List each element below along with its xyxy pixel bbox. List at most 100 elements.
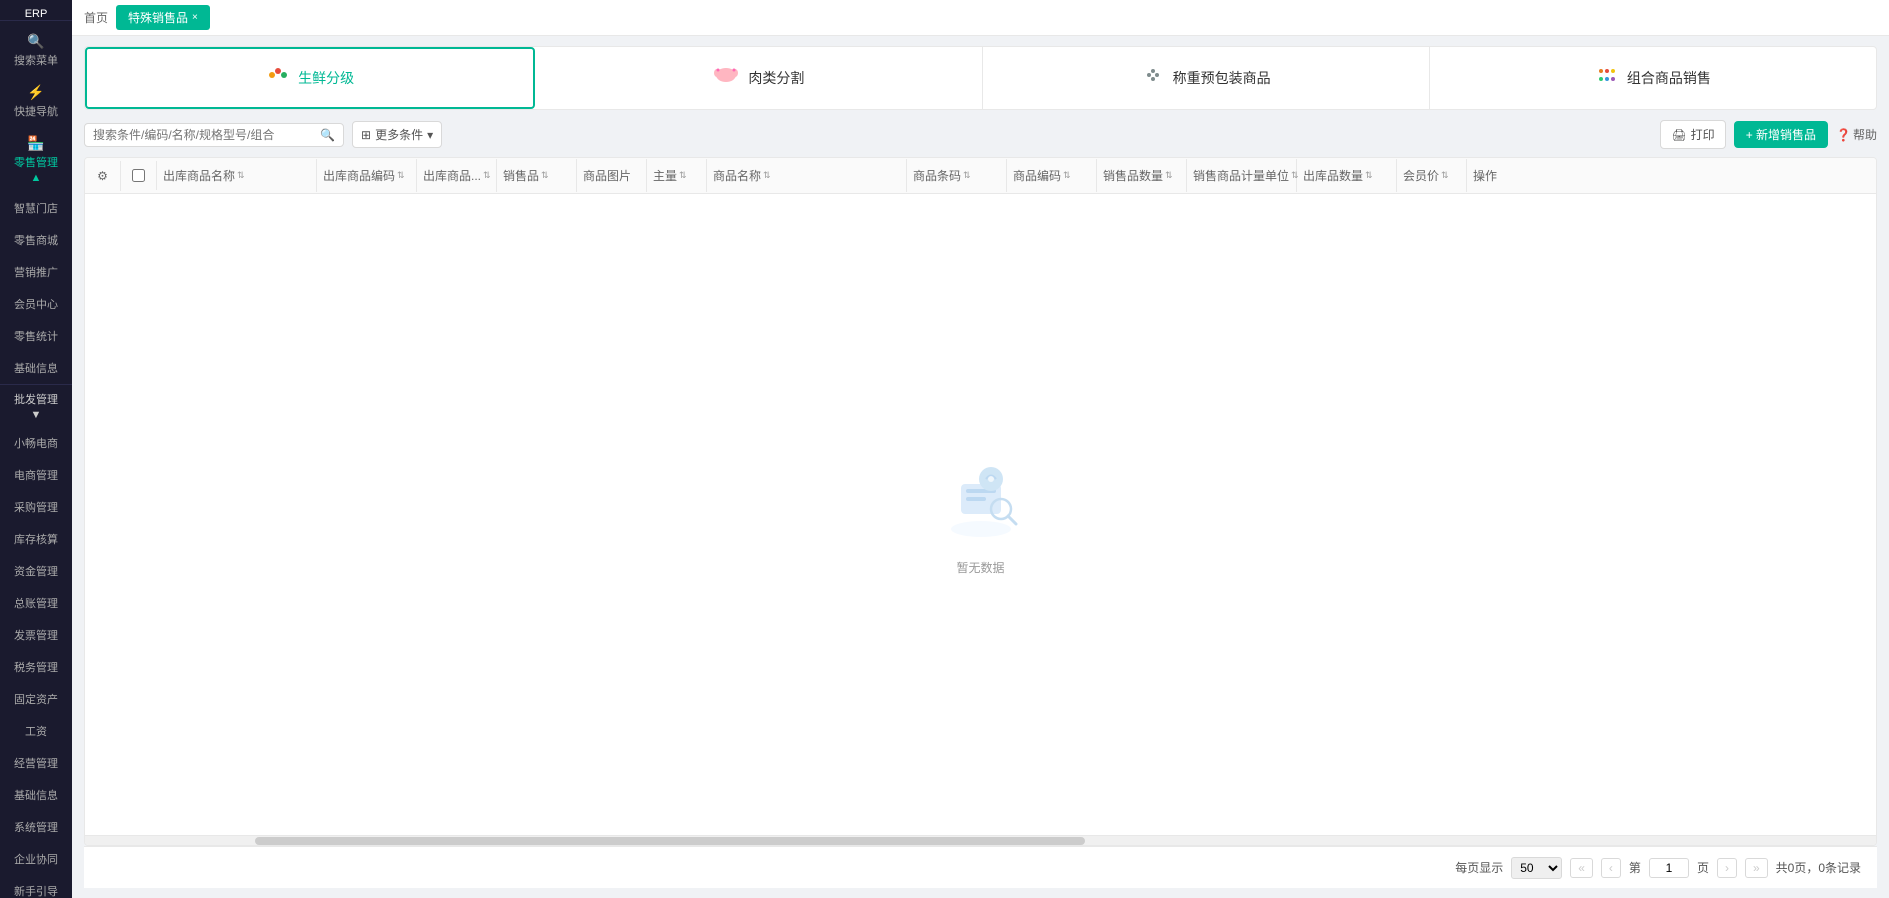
sidebar-item-ecom-mgmt[interactable]: 电商管理 (0, 459, 72, 491)
sidebar-item-search-menu[interactable]: 🔍 搜索菜单 (0, 25, 72, 76)
sidebar-item-smart-store[interactable]: 智慧门店 (0, 192, 72, 224)
th-salename[interactable]: 销售品 ⇅ (497, 159, 577, 192)
sidebar-item-basic-info2[interactable]: 基础信息 (0, 779, 72, 811)
first-page-button[interactable]: « (1570, 858, 1593, 878)
th-check[interactable] (121, 161, 157, 190)
search-input[interactable] (93, 128, 316, 142)
sidebar-item-label: 新手引导 (14, 883, 58, 898)
th-skucode[interactable]: 商品编码 ⇅ (1007, 159, 1097, 192)
th-name[interactable]: 商品名称 ⇅ (707, 159, 907, 192)
toolbar-left: 🔍 ⊞ 更多条件 ▾ (84, 121, 442, 148)
meat-cut-label: 肉类分割 (748, 68, 804, 88)
page-number-input[interactable] (1649, 858, 1689, 878)
sidebar-item-new-guide[interactable]: 新手引导 (0, 875, 72, 898)
pagination: 每页显示 10 20 50 100 « ‹ 第 页 › » 共0页，0条记录 (84, 846, 1877, 888)
cat-tab-weigh-pack[interactable]: 称重预包装商品 (983, 47, 1430, 109)
last-page-button[interactable]: » (1745, 858, 1768, 878)
total-label: 共0页，0条记录 (1776, 859, 1861, 876)
sidebar-item-ops-mgmt[interactable]: 经营管理 (0, 747, 72, 779)
new-sale-item-button[interactable]: + 新增销售品 (1734, 121, 1828, 148)
per-page-select[interactable]: 10 20 50 100 (1511, 857, 1562, 879)
combo-sale-label: 组合商品销售 (1627, 68, 1711, 88)
sort-icon: ⇅ (1441, 170, 1449, 181)
sort-icon: ⇅ (1063, 170, 1071, 181)
sidebar-item-quick-nav[interactable]: ⚡ 快捷导航 (0, 76, 72, 127)
arrow-icon: ▲ (31, 172, 42, 184)
retail-mgmt-icon: 🏪 (27, 135, 44, 152)
sidebar-item-label: 固定资产 (14, 691, 58, 707)
cat-tab-fresh-grade[interactable]: 生鲜分级 (85, 47, 535, 109)
th-saleqty[interactable]: 销售品数量 ⇅ (1097, 159, 1187, 192)
empty-state: 暂无数据 (85, 194, 1876, 835)
sidebar-item-label: 经营管理 (14, 755, 58, 771)
content-area: 生鲜分级 肉类分割 (72, 36, 1889, 898)
filter-button[interactable]: ⊞ 更多条件 ▾ (352, 121, 442, 148)
quick-nav-icon: ⚡ (27, 84, 44, 101)
help-button[interactable]: ❓ 帮助 (1836, 126, 1877, 143)
search-box[interactable]: 🔍 (84, 123, 344, 147)
sidebar-item-purchase-mgmt[interactable]: 采购管理 (0, 491, 72, 523)
sidebar-item-member-center[interactable]: 会员中心 (0, 288, 72, 320)
print-icon: 🖨 (1671, 128, 1686, 142)
th-outcode[interactable]: 出库商品编码 ⇅ (317, 159, 417, 192)
cat-tab-meat-cut[interactable]: 肉类分割 (535, 47, 982, 109)
empty-illustration (936, 454, 1026, 547)
sidebar-item-sys-mgmt[interactable]: 系统管理 (0, 811, 72, 843)
th-img: 商品图片 (577, 159, 647, 192)
th-barcode[interactable]: 商品条码 ⇅ (907, 159, 1007, 192)
th-settings[interactable]: ⚙ (85, 161, 121, 191)
sort-icon: ⇅ (763, 170, 771, 181)
fresh-grade-icon (266, 63, 290, 93)
prev-page-button[interactable]: ‹ (1601, 858, 1621, 878)
sidebar-item-label: 系统管理 (14, 819, 58, 835)
th-outqty[interactable]: 出库品数量 ⇅ (1297, 159, 1397, 192)
select-all-checkbox[interactable] (132, 169, 145, 182)
close-tab-button[interactable]: × (192, 12, 198, 23)
data-table: ⚙ 出库商品名称 ⇅ 出库商品编码 ⇅ 出库商品... ⇅ (84, 157, 1877, 846)
sidebar-item-label: 总账管理 (14, 595, 58, 611)
filter-icon: ⊞ (361, 128, 371, 142)
cat-tab-combo-sale[interactable]: 组合商品销售 (1430, 47, 1876, 109)
sidebar-item-basic-info[interactable]: 基础信息 (0, 352, 72, 384)
sidebar-logo: ERP (0, 8, 72, 21)
sidebar-item-inventory[interactable]: 库存核算 (0, 523, 72, 555)
sidebar-item-mini-shop[interactable]: 小畅电商 (0, 427, 72, 459)
sidebar-item-salary[interactable]: 工资 (0, 715, 72, 747)
help-label: 帮助 (1853, 126, 1877, 143)
sidebar-item-fixed-assets[interactable]: 固定资产 (0, 683, 72, 715)
th-unit[interactable]: 主量 ⇅ (647, 159, 707, 192)
combo-sale-icon (1595, 63, 1619, 93)
sidebar-item-label: 智慧门店 (14, 200, 58, 216)
th-saleunit[interactable]: 销售商品计量单位 ⇅ (1187, 159, 1297, 192)
sidebar-item-sales-promo[interactable]: 营销推广 (0, 256, 72, 288)
main-content: 首页 特殊销售品 × 生鲜分级 (72, 0, 1889, 898)
sidebar-item-retail-mall[interactable]: 零售商城 (0, 224, 72, 256)
next-page-button[interactable]: › (1717, 858, 1737, 878)
sidebar-item-label: 零售管理 (14, 154, 58, 170)
sidebar-item-ledger[interactable]: 总账管理 (0, 587, 72, 619)
th-outname[interactable]: 出库商品名称 ⇅ (157, 159, 317, 192)
sort-icon: ⇅ (679, 170, 687, 181)
sidebar-item-finance[interactable]: 资金管理 (0, 555, 72, 587)
th-outsku[interactable]: 出库商品... ⇅ (417, 159, 497, 192)
sidebar-item-label: 零售统计 (14, 328, 58, 344)
page-prefix-label: 第 (1629, 859, 1641, 876)
sort-icon: ⇅ (963, 170, 971, 181)
sidebar-item-tax-mgmt[interactable]: 税务管理 (0, 651, 72, 683)
new-label: + 新增销售品 (1746, 126, 1816, 143)
scrollbar-thumb[interactable] (255, 837, 1085, 845)
sidebar-item-invoice-mgmt[interactable]: 发票管理 (0, 619, 72, 651)
active-tab[interactable]: 特殊销售品 × (116, 5, 210, 30)
sidebar-item-wholesale-mgmt[interactable]: 批发管理 ▼ (0, 384, 72, 427)
sidebar-item-corp-agreement[interactable]: 企业协同 (0, 843, 72, 875)
topbar: 首页 特殊销售品 × (72, 0, 1889, 36)
chevron-down-icon: ▾ (427, 128, 433, 142)
home-tab[interactable]: 首页 (84, 9, 108, 26)
th-price[interactable]: 会员价 ⇅ (1397, 159, 1467, 192)
horizontal-scrollbar[interactable] (85, 835, 1876, 845)
sidebar-item-retail-stats[interactable]: 零售统计 (0, 320, 72, 352)
sidebar-item-retail-mgmt[interactable]: 🏪 零售管理 ▲ (0, 127, 72, 192)
print-button[interactable]: 🖨 打印 (1660, 120, 1725, 149)
sidebar-item-label: 采购管理 (14, 499, 58, 515)
sort-icon: ⇅ (483, 170, 491, 181)
